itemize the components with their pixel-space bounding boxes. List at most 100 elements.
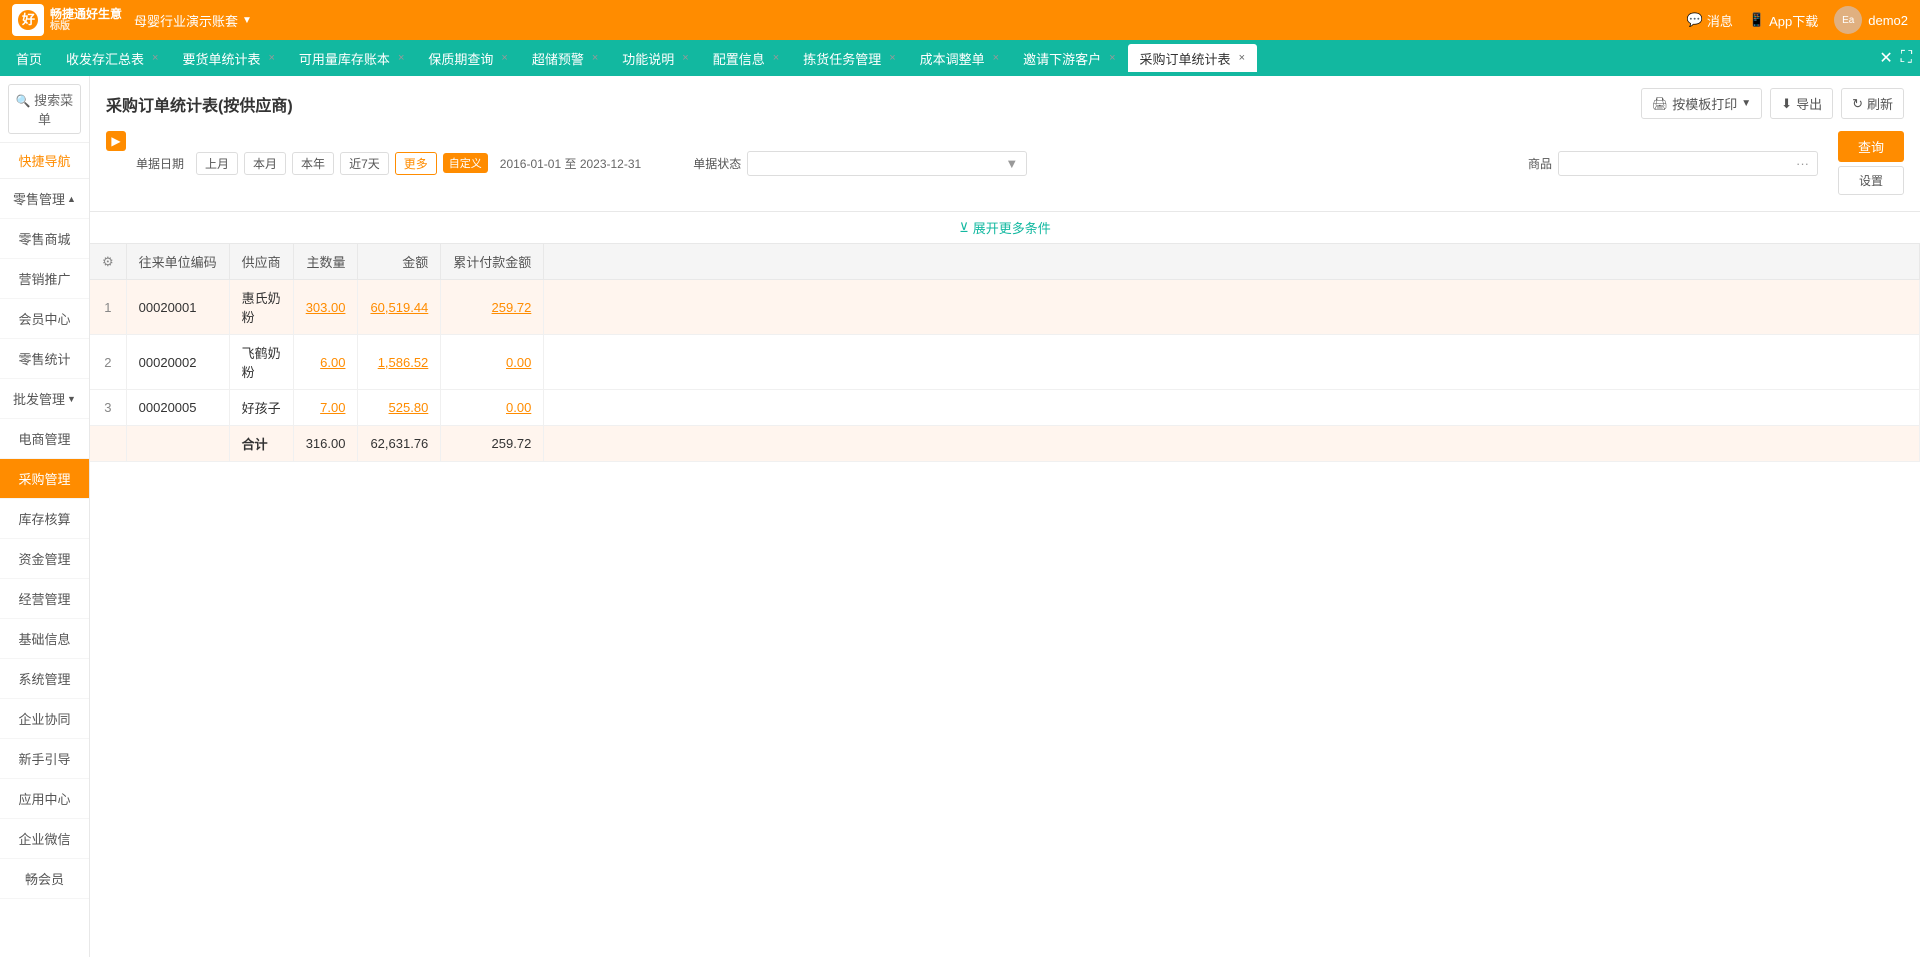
- footer-empty-2: [126, 426, 229, 462]
- tab-keyongliang[interactable]: 可用量库存账本 ×: [287, 44, 416, 72]
- close-icon[interactable]: ×: [889, 52, 895, 64]
- sidebar-item-purchase[interactable]: 采购管理: [0, 459, 89, 499]
- col-paid: 累计付款金额: [441, 244, 544, 280]
- sidebar-item-member[interactable]: 会员中心: [0, 299, 89, 339]
- query-button[interactable]: 查询: [1838, 131, 1904, 162]
- logo-text: 畅捷通好生意: [50, 7, 122, 21]
- tab-label: 邀请下游客户: [1023, 49, 1101, 68]
- sidebar-item-finance[interactable]: 资金管理: [0, 539, 89, 579]
- col-code: 往来单位编码: [126, 244, 229, 280]
- sidebar-item-retail-mgmt[interactable]: 零售管理 ▲: [0, 179, 89, 219]
- row-paid[interactable]: 259.72: [441, 280, 544, 335]
- status-label: 单据状态: [693, 155, 741, 172]
- sidebar-item-marketing[interactable]: 营销推广: [0, 259, 89, 299]
- tab-chaochu[interactable]: 超储预警 ×: [520, 44, 610, 72]
- tab-peizhi[interactable]: 配置信息 ×: [701, 44, 791, 72]
- row-code: 00020005: [126, 390, 229, 426]
- row-amount[interactable]: 525.80: [358, 390, 441, 426]
- sidebar-item-enterprise-wechat[interactable]: 企业微信: [0, 819, 89, 859]
- close-icon[interactable]: ×: [501, 52, 507, 64]
- settings-cog-icon[interactable]: ⚙: [102, 254, 114, 269]
- nav-expand-icon[interactable]: ⛶: [1901, 49, 1912, 67]
- sidebar-item-sys-mgmt[interactable]: 系统管理: [0, 659, 89, 699]
- tab-yaoqing[interactable]: 邀请下游客户 ×: [1011, 44, 1127, 72]
- row-paid[interactable]: 0.00: [441, 390, 544, 426]
- chevron-down-icon: ▲: [67, 194, 76, 204]
- sidebar-item-enterprise[interactable]: 企业协同: [0, 699, 89, 739]
- footer-amount: 62,631.76: [358, 426, 441, 462]
- close-icon[interactable]: ×: [152, 52, 158, 64]
- tab-label: 配置信息: [713, 49, 765, 68]
- tab-gongneng[interactable]: 功能说明 ×: [610, 44, 700, 72]
- close-icon[interactable]: ×: [682, 52, 688, 64]
- footer-paid: 259.72: [441, 426, 544, 462]
- top-bar: 好 畅捷通好生意 标版 母婴行业演示账套 ▼ 💬 消息 📱 App下载 Ea d…: [0, 0, 1920, 40]
- filter-row-1: 单据日期 上月 本月 本年 近7天 更多 自定义 2016-01-01 至 20…: [136, 131, 1904, 195]
- goods-input[interactable]: ···: [1558, 151, 1818, 176]
- tab-label: 可用量库存账本: [299, 49, 390, 68]
- user-menu[interactable]: Ea demo2: [1834, 6, 1908, 34]
- shortcut-7days[interactable]: 近7天: [340, 152, 389, 175]
- sidebar-item-app-center[interactable]: 应用中心: [0, 779, 89, 819]
- close-icon[interactable]: ×: [993, 52, 999, 64]
- row-qty[interactable]: 6.00: [293, 335, 358, 390]
- tab-caigou-active[interactable]: 采购订单统计表 ×: [1128, 44, 1257, 72]
- sidebar-item-operations[interactable]: 经营管理: [0, 579, 89, 619]
- messages-label: 消息: [1707, 11, 1733, 30]
- row-amount[interactable]: 60,519.44: [358, 280, 441, 335]
- sidebar-item-wholesale[interactable]: 批发管理 ▼: [0, 379, 89, 419]
- tab-chengben[interactable]: 成本调整单 ×: [908, 44, 1011, 72]
- settings-button[interactable]: 设置: [1838, 166, 1904, 195]
- close-icon[interactable]: ×: [773, 52, 779, 64]
- shortcut-more[interactable]: 更多: [395, 152, 437, 175]
- table-footer: 合计 316.00 62,631.76 259.72: [90, 426, 1920, 462]
- tab-label: 超储预警: [532, 49, 584, 68]
- shortcut-this-year[interactable]: 本年: [292, 152, 334, 175]
- expand-more-button[interactable]: ⊻ 展开更多条件: [959, 218, 1051, 237]
- row-supplier: 好孩子: [229, 390, 293, 426]
- sidebar-item-member-vip[interactable]: 畅会员: [0, 859, 89, 899]
- sidebar-item-newbie[interactable]: 新手引导: [0, 739, 89, 779]
- sidebar-item-ecommerce[interactable]: 电商管理: [0, 419, 89, 459]
- close-icon[interactable]: ×: [1109, 52, 1115, 64]
- app-download-label: App下载: [1769, 11, 1818, 30]
- filter-toggle-button[interactable]: ▶: [106, 131, 126, 151]
- row-qty[interactable]: 303.00: [293, 280, 358, 335]
- sidebar: 🔍 搜索菜单 快捷导航 零售管理 ▲ 零售商城 营销推广 会员中心 零售统计 批…: [0, 76, 90, 957]
- tab-yaohuo[interactable]: 要货单统计表 ×: [170, 44, 286, 72]
- close-icon[interactable]: ×: [268, 52, 274, 64]
- tab-jianhuo[interactable]: 拣货任务管理 ×: [791, 44, 907, 72]
- app-download-button[interactable]: 📱 App下载: [1749, 11, 1818, 30]
- row-amount[interactable]: 1,586.52: [358, 335, 441, 390]
- close-icon[interactable]: ×: [1239, 52, 1245, 64]
- refresh-button[interactable]: ↻ 刷新: [1841, 88, 1904, 119]
- tab-baozhi[interactable]: 保质期查询 ×: [416, 44, 519, 72]
- nav-tabs: 首页 收发存汇总表 × 要货单统计表 × 可用量库存账本 × 保质期查询 × 超…: [0, 40, 1920, 76]
- export-button[interactable]: ⬇ 导出: [1770, 88, 1833, 119]
- shortcut-last-month[interactable]: 上月: [196, 152, 238, 175]
- tab-label: 采购订单统计表: [1140, 49, 1231, 68]
- sidebar-item-inventory[interactable]: 库存核算: [0, 499, 89, 539]
- tab-home[interactable]: 首页: [4, 49, 54, 68]
- close-icon[interactable]: ×: [398, 52, 404, 64]
- sidebar-item-base-info[interactable]: 基础信息: [0, 619, 89, 659]
- expand-bar: ⊻ 展开更多条件: [90, 212, 1920, 244]
- row-index: 3: [90, 390, 126, 426]
- row-extra: [544, 280, 1920, 335]
- close-icon[interactable]: ×: [592, 52, 598, 64]
- row-paid[interactable]: 0.00: [441, 335, 544, 390]
- sidebar-quick-nav[interactable]: 快捷导航: [0, 143, 89, 179]
- sidebar-item-retail-shop[interactable]: 零售商城: [0, 219, 89, 259]
- row-qty[interactable]: 7.00: [293, 390, 358, 426]
- search-menu-button[interactable]: 🔍 搜索菜单: [8, 84, 81, 134]
- messages-button[interactable]: 💬 消息: [1687, 11, 1733, 30]
- shortcut-this-month[interactable]: 本月: [244, 152, 286, 175]
- nav-close-icon[interactable]: ✕: [1879, 48, 1892, 68]
- tab-label: 保质期查询: [428, 49, 493, 68]
- tab-shoufacun[interactable]: 收发存汇总表 ×: [54, 44, 170, 72]
- sidebar-item-retail-stats[interactable]: 零售统计: [0, 339, 89, 379]
- workspace-selector[interactable]: 母婴行业演示账套 ▼: [134, 11, 252, 30]
- page-title: 采购订单统计表(按供应商): [106, 92, 293, 116]
- status-dropdown[interactable]: ▼: [747, 151, 1027, 176]
- template-print-button[interactable]: 🖨 按模板打印 ▼: [1641, 88, 1762, 119]
